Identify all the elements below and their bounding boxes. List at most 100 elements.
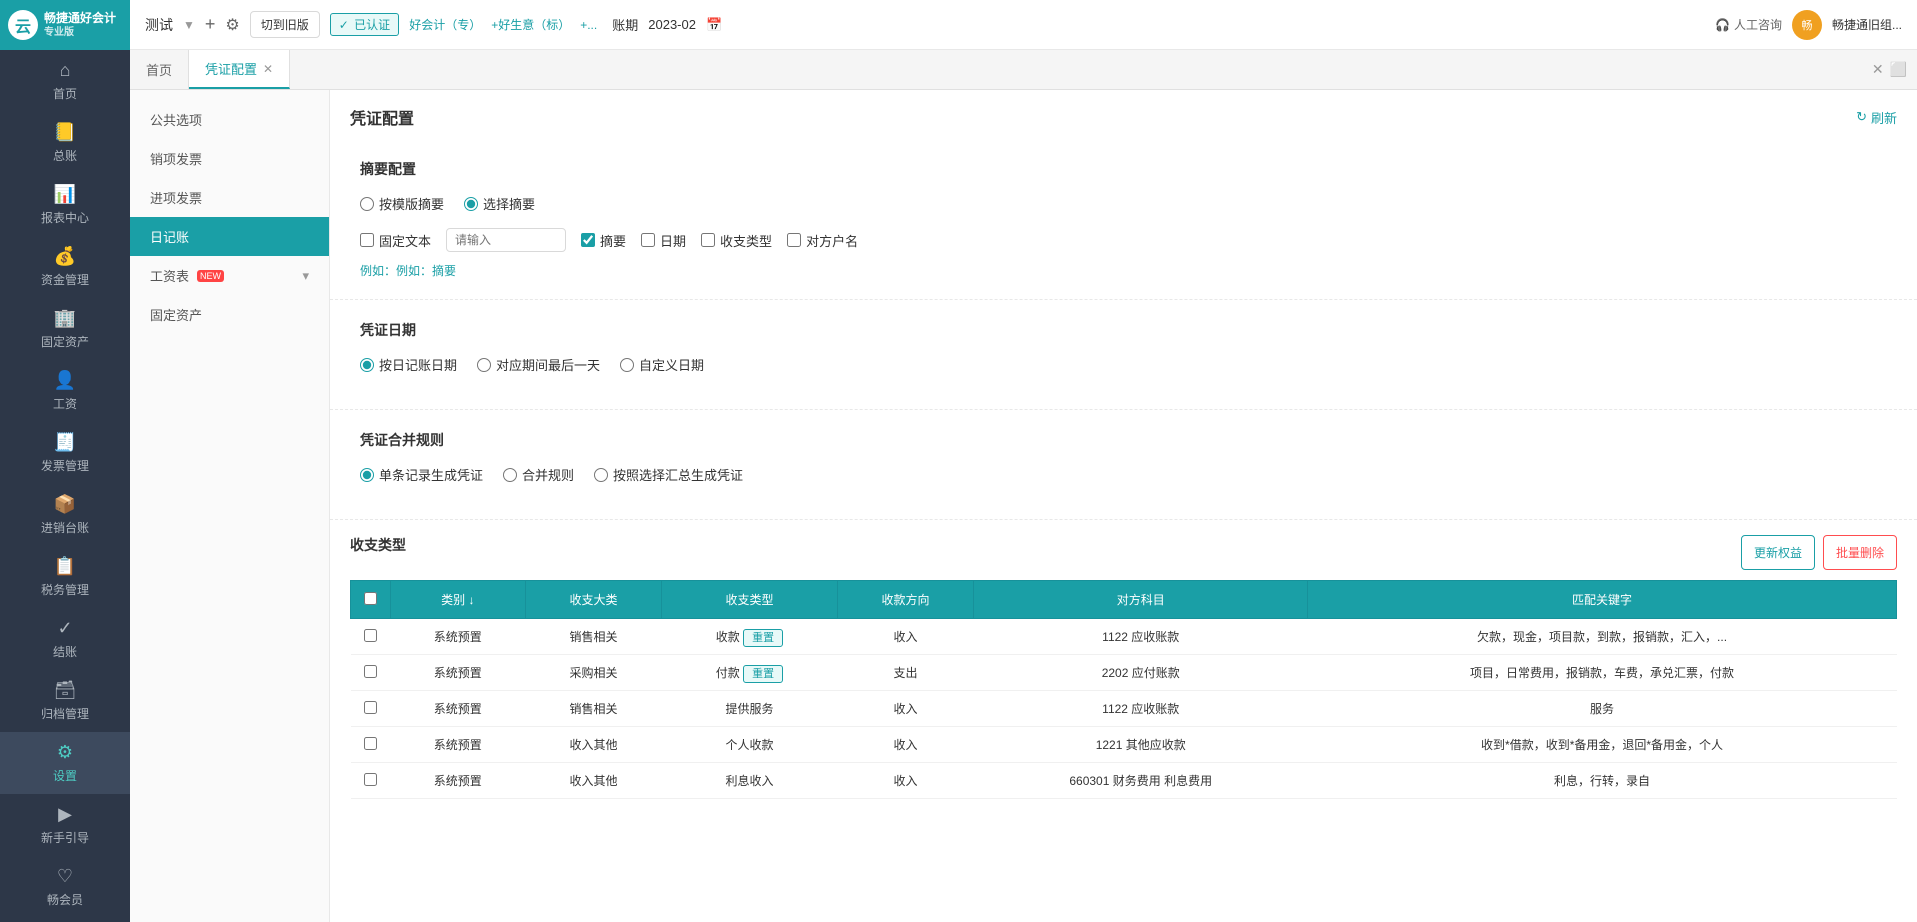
row-income-type: 个人收款 (662, 727, 837, 763)
summary-radio-select[interactable]: 选择摘要 (464, 194, 535, 213)
row-direction: 收入 (837, 727, 974, 763)
row-direction: 收入 (837, 619, 974, 655)
counterparty-checkbox[interactable]: 对方户名 (787, 231, 858, 250)
reset-tag[interactable]: 重置 (743, 665, 783, 683)
sidebar-item-newguide[interactable]: ▶ 新手引导 (0, 794, 130, 856)
left-nav-item-fixed-assets[interactable]: 固定资产 (130, 295, 329, 334)
update-button[interactable]: 更新权益 (1741, 535, 1815, 570)
sidebar-item-home[interactable]: ⌂ 首页 (0, 50, 130, 112)
status-badge: ✓ 已认证 (330, 13, 399, 36)
tab-home-label: 首页 (146, 60, 172, 79)
user-service-btn[interactable]: 🎧 人工咨询 (1715, 16, 1782, 33)
app-logo: 云 畅捷通好会计 专业版 (0, 0, 130, 50)
row-checkbox (351, 691, 391, 727)
reset-tag[interactable]: 重置 (743, 629, 783, 647)
sidebar-item-tax[interactable]: 📋 税务管理 (0, 546, 130, 608)
row-income-type: 付款 重置 (662, 655, 837, 691)
panel-header: 凭证配置 ↻ 刷新 (330, 90, 1917, 139)
table-row: 系统预置 收入其他 利息收入 收入 660301 财务费用 利息费用 利息，行转… (351, 763, 1897, 799)
row-major-type: 销售相关 (525, 691, 662, 727)
new-badge: NEW (197, 270, 224, 282)
voucher-date-radio-custom[interactable]: 自定义日期 (620, 355, 704, 374)
sidebar-item-assets[interactable]: 🏢 固定资产 (0, 298, 130, 360)
tab-voucher-config[interactable]: 凭证配置 ✕ (189, 50, 290, 89)
row-category: 系统预置 (391, 727, 526, 763)
logo-text: 畅捷通好会计 专业版 (44, 11, 116, 40)
row-account: 1122 应收账款 (974, 691, 1308, 727)
sidebar: 云 畅捷通好会计 专业版 ⌂ 首页 📒 总账 📊 报表中心 💰 资金管理 🏢 固… (0, 0, 130, 922)
table-header-income-type: 收支类型 (662, 581, 837, 619)
row-major-type: 采购相关 (525, 655, 662, 691)
tab-close-icon[interactable]: ✕ (263, 62, 273, 76)
sidebar-item-salary[interactable]: 👤 工资 (0, 360, 130, 422)
topbar-arrow-icon: ▼ (183, 18, 195, 32)
switch-version-button[interactable]: 切到旧版 (250, 11, 320, 38)
income-expense-title: 收支类型 (350, 535, 406, 555)
sidebar-item-member[interactable]: ♡ 畅会员 (0, 856, 130, 918)
summary-radio-group: 按模版摘要 选择摘要 (360, 194, 1887, 213)
row-direction: 收入 (837, 763, 974, 799)
voucher-merge-radio-merge[interactable]: 合并规则 (503, 465, 574, 484)
left-nav-item-sales[interactable]: 销项发票 (130, 139, 329, 178)
voucher-merge-radio-group: 单条记录生成凭证 合并规则 按照选择汇总生成凭证 (360, 465, 1887, 484)
tab-voucher-config-label: 凭证配置 (205, 59, 257, 78)
left-nav-item-public[interactable]: 公共选项 (130, 100, 329, 139)
row-income-type: 收款 重置 (662, 619, 837, 655)
row-account: 660301 财务费用 利息费用 (974, 763, 1308, 799)
table-row: 系统预置 采购相关 付款 重置 支出 2202 应付账款 项目，日常费用，报销款… (351, 655, 1897, 691)
tabbar: 首页 凭证配置 ✕ ✕ ⬜ (130, 50, 1917, 90)
table-header-keywords: 匹配关键字 (1308, 581, 1897, 619)
sidebar-item-ledger[interactable]: 📒 总账 (0, 112, 130, 174)
tab-restore-btn[interactable]: ⬜ (1890, 61, 1907, 78)
batch-delete-button[interactable]: 批量删除 (1823, 535, 1897, 570)
voucher-date-radio-period-last[interactable]: 对应期间最后一天 (477, 355, 600, 374)
table-header-category: 类别 ↓ (391, 581, 526, 619)
sidebar-item-close-label: 结账 (53, 643, 77, 660)
sidebar-item-newguide-label: 新手引导 (41, 829, 89, 846)
main-area: 测试 ▼ + ⚙ 切到旧版 ✓ 已认证 好会计（专） +好生意（标） +... … (130, 0, 1917, 922)
income-expense-table: 类别 ↓ 收支大类 收支类型 收款方向 对方科目 匹配关键字 (350, 580, 1897, 799)
table-header-direction: 收款方向 (837, 581, 974, 619)
tab-close-btn[interactable]: ✕ (1872, 61, 1884, 78)
left-nav-item-journal[interactable]: 日记账 (130, 217, 329, 256)
topbar: 测试 ▼ + ⚙ 切到旧版 ✓ 已认证 好会计（专） +好生意（标） +... … (130, 0, 1917, 50)
date-checkbox[interactable]: 日期 (641, 231, 686, 250)
fixed-text-checkbox[interactable]: 固定文本 (360, 231, 431, 250)
sidebar-item-invoice[interactable]: 🧾 发票管理 (0, 422, 130, 484)
sidebar-item-reports[interactable]: 📊 报表中心 (0, 174, 130, 236)
left-nav-item-salary-table[interactable]: 工资表 NEW ▾ (130, 256, 329, 295)
summary-config-section: 摘要配置 按模版摘要 选择摘要 固定文本 (330, 139, 1917, 300)
voucher-merge-radio-selected[interactable]: 按照选择汇总生成凭证 (594, 465, 743, 484)
table-header-row: 收支类型 更新权益 批量删除 (350, 535, 1897, 570)
add-button[interactable]: + (205, 14, 216, 35)
chevron-down-icon: ▾ (302, 268, 309, 284)
summary-checkbox[interactable]: 摘要 (581, 231, 626, 250)
user-name: 畅捷通旧组... (1832, 16, 1902, 33)
sidebar-item-purchase[interactable]: 📦 进销台账 (0, 484, 130, 546)
refresh-button[interactable]: ↻ 刷新 (1856, 108, 1897, 127)
sidebar-item-settings[interactable]: ⚙ 设置 (0, 732, 130, 794)
headset-icon: 🎧 (1715, 18, 1730, 32)
row-direction: 收入 (837, 691, 974, 727)
sidebar-item-funds[interactable]: 💰 资金管理 (0, 236, 130, 298)
fixed-text-input[interactable] (446, 228, 566, 252)
summary-radio-template[interactable]: 按模版摘要 (360, 194, 444, 213)
tax-icon: 📋 (54, 556, 76, 577)
topbar-title: 测试 (145, 15, 173, 35)
type-checkbox[interactable]: 收支类型 (701, 231, 772, 250)
table-row: 系统预置 收入其他 个人收款 收入 1221 其他应收款 收到*借款，收到*备用… (351, 727, 1897, 763)
row-category: 系统预置 (391, 655, 526, 691)
left-nav-item-purchase-invoice[interactable]: 进项发票 (130, 178, 329, 217)
sidebar-item-archive[interactable]: 🗃 归档管理 (0, 670, 130, 732)
sidebar-item-archive-label: 归档管理 (41, 705, 89, 722)
sidebar-item-invoice-label: 发票管理 (41, 457, 89, 474)
row-checkbox (351, 763, 391, 799)
select-all-checkbox[interactable] (364, 592, 377, 605)
row-category: 系统预置 (391, 619, 526, 655)
sidebar-item-close[interactable]: ✓ 结账 (0, 608, 130, 670)
income-expense-section: 收支类型 更新权益 批量删除 类别 ↓ 收支大类 收支类型 收款方向 (330, 520, 1917, 814)
tab-home[interactable]: 首页 (130, 50, 189, 89)
voucher-date-radio-journal[interactable]: 按日记账日期 (360, 355, 457, 374)
voucher-merge-radio-single[interactable]: 单条记录生成凭证 (360, 465, 483, 484)
settings-button[interactable]: ⚙ (225, 15, 239, 35)
